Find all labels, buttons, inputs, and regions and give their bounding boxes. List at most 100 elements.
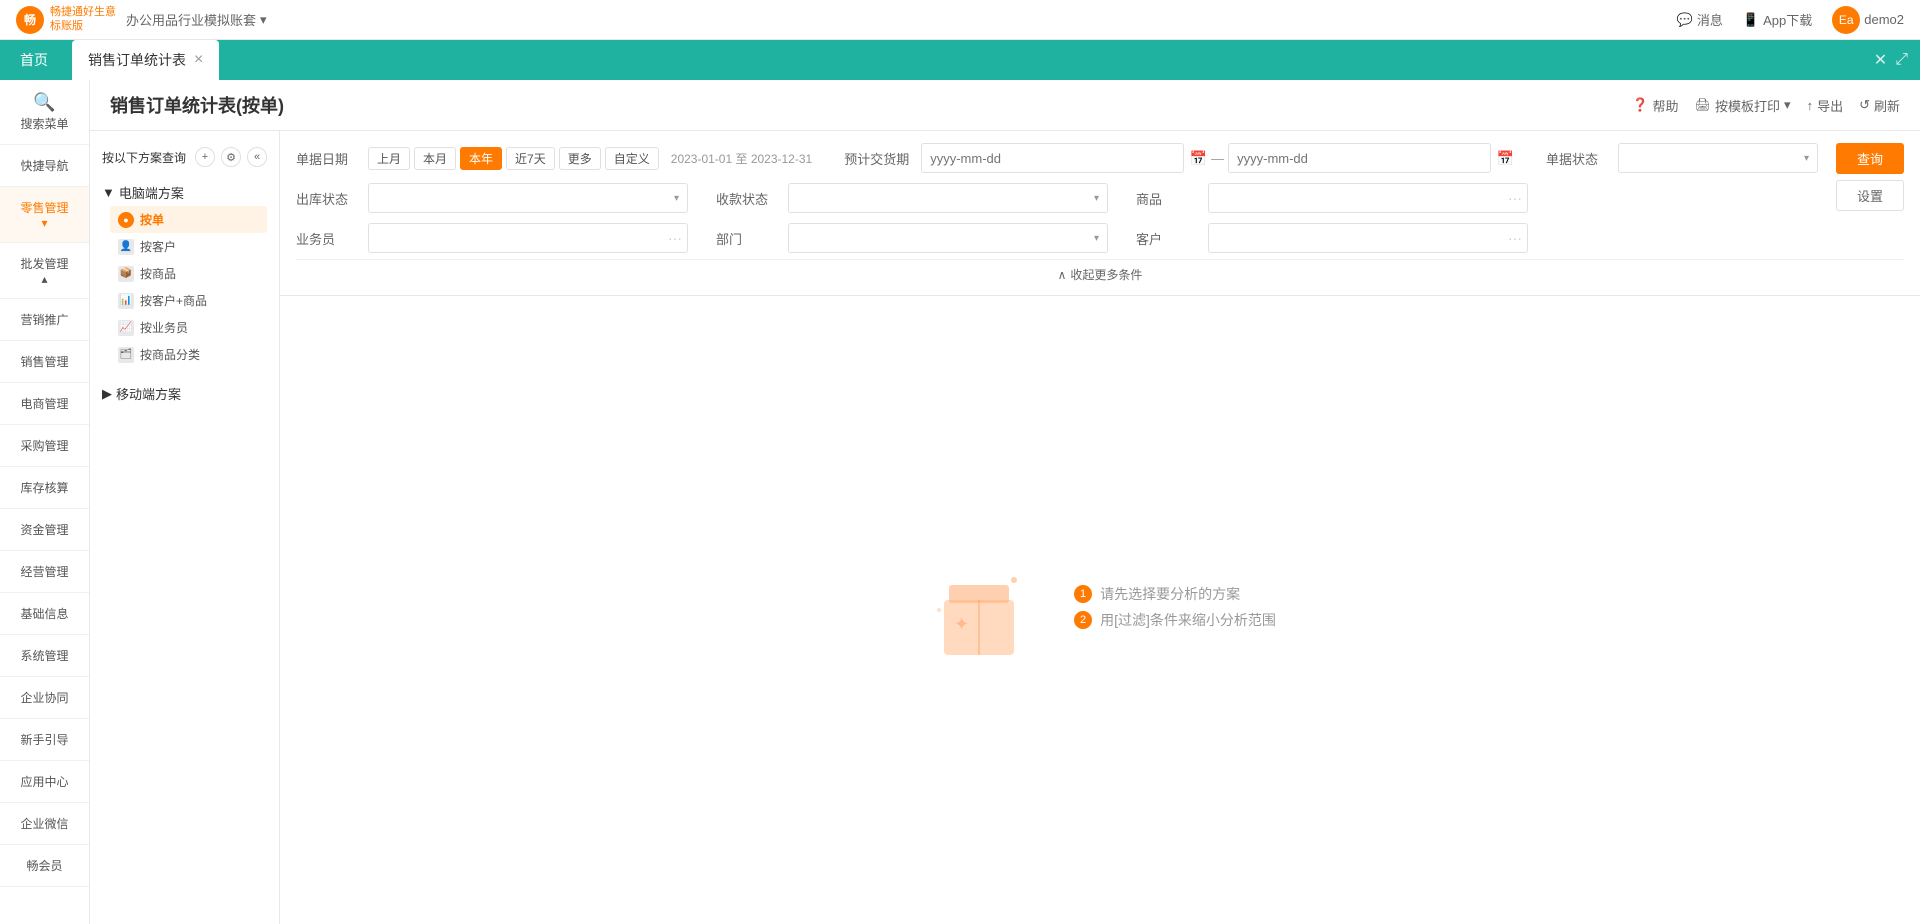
message-button[interactable]: 💬 消息 (1677, 10, 1723, 29)
ship-status-dropdown[interactable]: ▾ (368, 183, 688, 213)
scheme-item-by-customer[interactable]: 👤 按客户 (110, 233, 267, 260)
mobile-section-title[interactable]: ▶ 移动端方案 (102, 380, 267, 407)
tab-sales-order-stats[interactable]: 销售订单统计表 × (72, 40, 219, 80)
settings-scheme-button[interactable]: ⚙ (221, 147, 241, 167)
page-actions: ❓ 帮助 🖨 按模板打印 ▾ ↑ 导出 ↺ 刷新 (1632, 96, 1900, 115)
date-label: 单据日期 (296, 149, 356, 168)
order-status-dropdown[interactable]: ▾ (1618, 143, 1818, 173)
ship-status-arrow: ▾ (674, 193, 679, 204)
sidebar-item-inventory[interactable]: 库存核算 (0, 467, 89, 509)
empty-hint-1: 1 请先选择要分析的方案 (1074, 584, 1276, 604)
collapse-button[interactable]: ∧ 收起更多条件 (296, 259, 1904, 283)
message-icon: 💬 (1677, 12, 1693, 28)
pay-status-dropdown[interactable]: ▾ (788, 183, 1108, 213)
ship-status-label: 出库状态 (296, 189, 356, 208)
filter-area: 单据日期 上月 本月 本年 近7天 更多 自定义 2023-01-01 至 20… (280, 131, 1920, 296)
date-btn-this-year[interactable]: 本年 (460, 147, 502, 170)
panel-header: 按以下方案查询 + ⚙ « (90, 141, 279, 173)
sidebar-item-sales[interactable]: 销售管理 (0, 341, 89, 383)
chevron-up-icon: ▴ (41, 272, 47, 286)
sidebar-item-finance[interactable]: 资金管理 (0, 509, 89, 551)
sidebar-item-operations[interactable]: 经营管理 (0, 551, 89, 593)
calendar-to-icon[interactable]: 📅 (1497, 150, 1514, 167)
tab-home[interactable]: 首页 (0, 40, 68, 80)
scheme-active-icon: ● (118, 212, 134, 228)
expected-date-from-input[interactable] (921, 143, 1183, 173)
customer-input-wrap: ··· (1208, 223, 1528, 253)
salesperson-input[interactable] (368, 223, 688, 253)
app-download-button[interactable]: 📱 App下载 (1743, 10, 1812, 29)
sidebar-item-basic[interactable]: 基础信息 (0, 593, 89, 635)
date-btn-last-month[interactable]: 上月 (368, 147, 410, 170)
download-icon: 📱 (1743, 12, 1759, 28)
date-btn-this-month[interactable]: 本月 (414, 147, 456, 170)
content-area: 销售订单统计表(按单) ❓ 帮助 🖨 按模板打印 ▾ ↑ 导出 ↺ 刷新 (90, 80, 1920, 924)
sidebar-item-wholesale[interactable]: 批发管理 ▴ (0, 243, 89, 299)
sidebar-item-system[interactable]: 系统管理 (0, 635, 89, 677)
sidebar-item-wechat[interactable]: 企业微信 (0, 803, 89, 845)
goods-more-icon[interactable]: ··· (1508, 190, 1522, 206)
empty-hint-2: 2 用[过滤]条件来缩小分析范围 (1074, 610, 1276, 630)
export-button[interactable]: ↑ 导出 (1807, 96, 1844, 115)
scheme-item-by-customer-goods[interactable]: 📊 按客户+商品 (110, 287, 267, 314)
print-icon: 🖨 (1695, 97, 1712, 113)
refresh-button[interactable]: ↺ 刷新 (1859, 96, 1900, 115)
sidebar-item-purchase[interactable]: 采购管理 (0, 425, 89, 467)
settings-button[interactable]: 设置 (1836, 180, 1904, 211)
scheme-item-by-order[interactable]: ● 按单 (110, 206, 267, 233)
customer-more-icon[interactable]: ··· (1508, 230, 1522, 246)
sidebar-item-vip[interactable]: 畅会员 (0, 845, 89, 887)
help-button[interactable]: ❓ 帮助 (1632, 96, 1678, 115)
collapse-icon: ∧ (1058, 268, 1067, 282)
inner-layout: 按以下方案查询 + ⚙ « ▼ 电脑端方案 ● 按单 (90, 131, 1920, 924)
scheme-icon-customer: 👤 (118, 239, 134, 255)
main-layout: 🔍 搜索菜单 快捷导航 零售管理 ▾ 批发管理 ▴ 营销推广 销售管理 电商管理… (0, 80, 1920, 924)
dept-dropdown[interactable]: ▾ (788, 223, 1108, 253)
panel-section-desktop: ▼ 电脑端方案 ● 按单 👤 按客户 📦 (90, 173, 279, 374)
goods-input[interactable] (1208, 183, 1528, 213)
sidebar-item-ecommerce[interactable]: 电商管理 (0, 383, 89, 425)
tab-bar-right: ✕ ⤢ (1874, 50, 1920, 70)
filter-row-1: 单据日期 上月 本月 本年 近7天 更多 自定义 2023-01-01 至 20… (296, 143, 1818, 173)
scheme-icon-category: 🗂 (118, 347, 134, 363)
scheme-item-by-goods[interactable]: 📦 按商品 (110, 260, 267, 287)
print-button[interactable]: 🖨 按模板打印 ▾ (1695, 96, 1791, 115)
sidebar-item-marketing[interactable]: 营销推广 (0, 299, 89, 341)
add-scheme-button[interactable]: + (195, 147, 215, 167)
salesperson-label: 业务员 (296, 229, 356, 248)
customer-input[interactable] (1208, 223, 1528, 253)
sidebar-item-appstore[interactable]: 应用中心 (0, 761, 89, 803)
window-maximize-icon[interactable]: ⤢ (1895, 51, 1908, 69)
window-close-icon[interactable]: ✕ (1874, 50, 1887, 70)
scheme-icon-cg: 📊 (118, 293, 134, 309)
action-buttons: 查询 设置 (1836, 143, 1904, 211)
logo-text: 畅捷通好生意 标账版 (50, 6, 116, 32)
goods-input-wrap: ··· (1208, 183, 1528, 213)
date-btn-custom[interactable]: 自定义 (605, 147, 659, 170)
scheme-item-by-salesperson[interactable]: 📈 按业务员 (110, 314, 267, 341)
sidebar-item-enterprise[interactable]: 企业协同 (0, 677, 89, 719)
collapse-panel-button[interactable]: « (247, 147, 267, 167)
user-menu[interactable]: Ea demo2 (1832, 6, 1904, 34)
calendar-from-icon[interactable]: 📅 (1190, 150, 1207, 167)
sidebar-item-retail[interactable]: 零售管理 ▾ (0, 187, 89, 243)
sidebar: 🔍 搜索菜单 快捷导航 零售管理 ▾ 批发管理 ▴ 营销推广 销售管理 电商管理… (0, 80, 90, 924)
sidebar-item-newbie[interactable]: 新手引导 (0, 719, 89, 761)
salesperson-input-wrap: ··· (368, 223, 688, 253)
expected-date-to-input[interactable] (1228, 143, 1490, 173)
app-selector[interactable]: 办公用品行业模拟账套 ▾ (126, 10, 267, 29)
query-button[interactable]: 查询 (1836, 143, 1904, 174)
scheme-item-by-category[interactable]: 🗂 按商品分类 (110, 341, 267, 368)
sidebar-item-quicknav[interactable]: 快捷导航 (0, 145, 89, 187)
tab-close-icon[interactable]: × (194, 51, 203, 69)
chevron-right-icon: ▶ (102, 386, 112, 402)
salesperson-more-icon[interactable]: ··· (668, 230, 682, 246)
date-btn-more[interactable]: 更多 (559, 147, 601, 170)
date-btn-last-7-days[interactable]: 近7天 (506, 147, 555, 170)
page-title: 销售订单统计表(按单) (110, 92, 284, 118)
panel-header-actions: + ⚙ « (195, 147, 267, 167)
desktop-section-title[interactable]: ▼ 电脑端方案 (102, 179, 267, 206)
date-range-text: 2023-01-01 至 2023-12-31 (671, 150, 812, 167)
sidebar-item-search[interactable]: 🔍 搜索菜单 (0, 80, 89, 145)
date-buttons: 上月 本月 本年 近7天 更多 自定义 (368, 147, 659, 170)
